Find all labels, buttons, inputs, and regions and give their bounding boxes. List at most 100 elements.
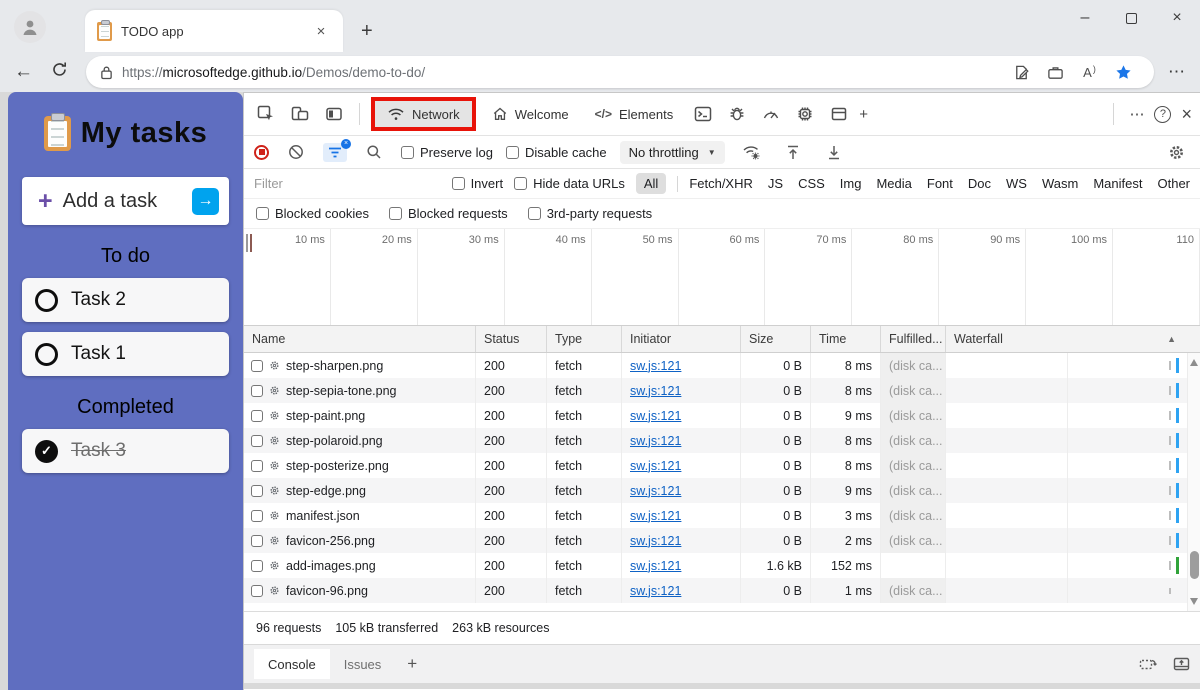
cell-name[interactable]: add-images.png [244, 553, 476, 578]
filter-type-chip[interactable]: Doc [968, 176, 991, 191]
filter-type-chip[interactable]: Media [876, 176, 911, 191]
column-header-fulfilled[interactable]: Fulfilled... [881, 326, 946, 352]
table-scrollbar[interactable] [1187, 353, 1200, 611]
preserve-log-checkbox[interactable]: Preserve log [401, 145, 493, 160]
devtools-tab-welcome[interactable]: Welcome [482, 99, 579, 129]
add-task-input[interactable]: + Add a task → [22, 177, 229, 225]
back-button[interactable]: ← [14, 61, 33, 83]
scrollbar-thumb[interactable] [1190, 551, 1199, 579]
cell-name[interactable]: step-sepia-tone.png [244, 378, 476, 403]
filter-type-chip[interactable]: Fetch/XHR [689, 176, 753, 191]
initiator-link[interactable]: sw.js:121 [630, 384, 681, 398]
third-party-requests-checkbox[interactable]: 3rd-party requests [527, 206, 652, 221]
cell-name[interactable]: step-paint.png [244, 403, 476, 428]
filter-type-chip[interactable]: Manifest [1093, 176, 1142, 191]
record-network-log-button[interactable] [254, 144, 269, 160]
column-header-initiator[interactable]: Initiator [622, 326, 741, 352]
column-header-name[interactable]: Name [244, 326, 476, 352]
clear-network-log-button[interactable] [282, 139, 310, 165]
hide-data-urls-checkbox[interactable]: Hide data URLs [514, 176, 625, 191]
cell-name[interactable]: step-posterize.png [244, 453, 476, 478]
drawer-add-tab-button[interactable]: + [407, 654, 417, 674]
row-checkbox[interactable] [251, 534, 263, 547]
add-task-submit-button[interactable]: → [192, 187, 219, 215]
browser-menu-button[interactable]: ⋯ [1168, 62, 1186, 82]
task-checkbox[interactable] [35, 342, 58, 366]
cell-name[interactable]: step-edge.png [244, 478, 476, 503]
console-tool-button[interactable] [689, 101, 717, 127]
scroll-up-icon[interactable] [1190, 359, 1198, 366]
column-header-size[interactable]: Size [741, 326, 811, 352]
task-item[interactable]: Task 3 [22, 429, 229, 473]
request-row[interactable]: step-polaroid.png 200 fetch sw.js:121 0 … [244, 428, 1200, 453]
device-emulation-button[interactable] [286, 101, 314, 127]
filter-type-chip[interactable]: CSS [798, 176, 825, 191]
initiator-link[interactable]: sw.js:121 [630, 509, 681, 523]
row-checkbox[interactable] [251, 584, 263, 597]
cell-name[interactable]: step-sharpen.png [244, 353, 476, 378]
workspaces-button[interactable] [1038, 64, 1072, 81]
inspect-element-button[interactable] [252, 101, 280, 127]
filter-type-chip[interactable]: Other [1157, 176, 1190, 191]
edit-page-button[interactable] [1004, 64, 1038, 81]
url-text[interactable]: https://microsoftedge.github.io/Demos/de… [122, 65, 1004, 80]
filter-type-chip[interactable]: Img [840, 176, 862, 191]
initiator-link[interactable]: sw.js:121 [630, 559, 681, 573]
import-har-button[interactable] [779, 139, 807, 165]
request-row[interactable]: add-images.png 200 fetch sw.js:121 1.6 k… [244, 553, 1200, 578]
task-item[interactable]: Task 2 [22, 278, 229, 322]
cell-name[interactable]: favicon-256.png [244, 528, 476, 553]
devtools-tab-network[interactable]: Network [371, 97, 476, 131]
column-header-time[interactable]: Time [811, 326, 881, 352]
filter-input[interactable] [254, 172, 441, 195]
task-checkbox[interactable] [35, 439, 58, 463]
refresh-button[interactable] [51, 61, 68, 84]
request-row[interactable]: step-posterize.png 200 fetch sw.js:121 0… [244, 453, 1200, 478]
row-checkbox[interactable] [251, 409, 263, 422]
window-minimize-button[interactable]: – [1062, 0, 1108, 36]
cell-name[interactable]: favicon-96.png [244, 578, 476, 603]
throttling-dropdown[interactable]: No throttling ▼ [619, 140, 725, 164]
favorites-button[interactable] [1106, 64, 1140, 81]
column-header-waterfall[interactable]: Waterfall ▲ [946, 326, 1200, 352]
initiator-link[interactable]: sw.js:121 [630, 459, 681, 473]
debugger-bug-button[interactable] [723, 101, 751, 127]
devtools-help-button[interactable]: ? [1154, 105, 1172, 123]
network-overview-timeline[interactable]: 10 ms 20 ms 30 ms 40 ms 50 ms 60 ms 70 ms 80 ms… [244, 229, 1200, 326]
row-checkbox[interactable] [251, 434, 263, 447]
task-item[interactable]: Task 1 [22, 332, 229, 376]
drawer-tab[interactable]: Console [254, 649, 330, 679]
browser-tab-todo-app[interactable]: TODO app × [85, 10, 343, 52]
focus-mode-button[interactable] [320, 101, 348, 127]
network-settings-button[interactable] [1162, 139, 1190, 165]
row-checkbox[interactable] [251, 484, 263, 497]
task-checkbox[interactable] [35, 288, 58, 312]
drawer-tab[interactable]: Issues [330, 649, 396, 679]
blocked-cookies-checkbox[interactable]: Blocked cookies [256, 206, 369, 221]
request-row[interactable]: step-sepia-tone.png 200 fetch sw.js:121 … [244, 378, 1200, 403]
performance-gauge-button[interactable] [757, 101, 785, 127]
filter-type-all[interactable]: All [635, 173, 667, 194]
row-checkbox[interactable] [251, 459, 263, 472]
column-header-status[interactable]: Status [476, 326, 547, 352]
dock-drawer-button[interactable] [1139, 656, 1157, 672]
devtools-close-button[interactable]: × [1181, 104, 1192, 125]
blocked-requests-checkbox[interactable]: Blocked requests [388, 206, 508, 221]
cell-name[interactable]: manifest.json [244, 503, 476, 528]
initiator-link[interactable]: sw.js:121 [630, 584, 681, 598]
window-close-button[interactable]: × [1154, 0, 1200, 36]
devtools-tab-elements[interactable]: </> Elements [585, 99, 684, 129]
read-aloud-button[interactable]: A [1072, 65, 1106, 80]
request-row[interactable]: favicon-96.png 200 fetch sw.js:121 0 B 1… [244, 578, 1200, 603]
row-checkbox[interactable] [251, 384, 263, 397]
row-checkbox[interactable] [251, 559, 263, 572]
filter-type-chip[interactable]: WS [1006, 176, 1027, 191]
initiator-link[interactable]: sw.js:121 [630, 434, 681, 448]
row-checkbox[interactable] [251, 509, 263, 522]
window-maximize-button[interactable] [1108, 0, 1154, 36]
initiator-link[interactable]: sw.js:121 [630, 534, 681, 548]
request-row[interactable]: step-paint.png 200 fetch sw.js:121 0 B 9… [244, 403, 1200, 428]
filter-type-chip[interactable]: Font [927, 176, 953, 191]
invert-checkbox[interactable]: Invert [451, 176, 503, 191]
devtools-customize-button[interactable]: ⋯ [1129, 105, 1144, 123]
